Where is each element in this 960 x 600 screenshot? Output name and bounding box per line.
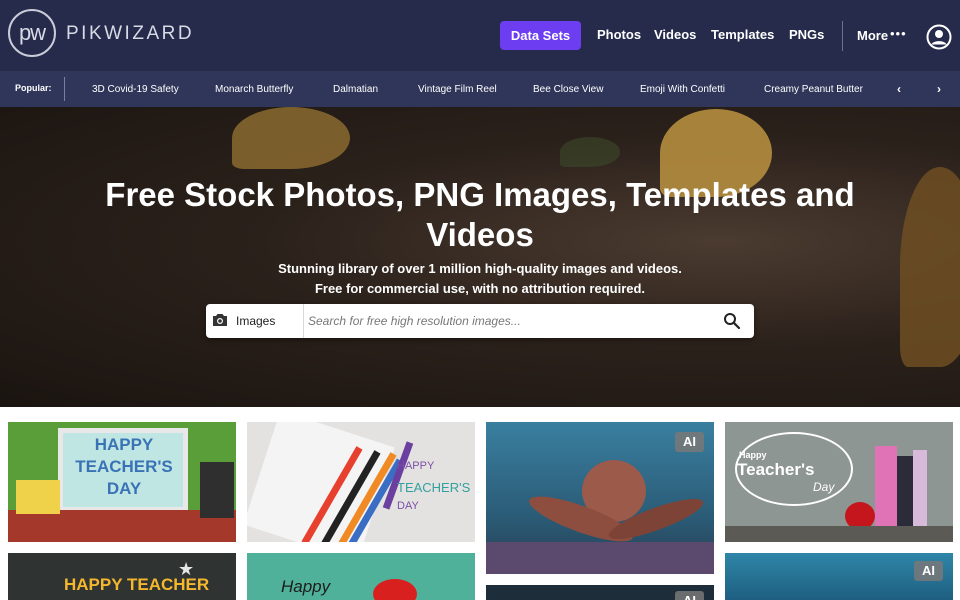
popular-item[interactable]: Emoji With Confetti (640, 84, 725, 95)
tile-apple (373, 579, 417, 600)
tile-caption-line1: HAPPY (397, 460, 435, 472)
ai-badge: AI (914, 561, 943, 581)
tile-plant (200, 462, 234, 518)
hero-subtitle-line1: Stunning library of over 1 million high-… (278, 261, 682, 276)
search-input[interactable] (306, 304, 716, 338)
image-tile[interactable]: HAPPY TEACHER'S DAY (247, 422, 475, 542)
user-account-icon[interactable] (926, 24, 952, 50)
tile-caption-line1: Happy (739, 450, 767, 460)
image-tile[interactable]: HAPPY TEACHER'S DAY (8, 422, 236, 542)
nav-divider (842, 21, 843, 51)
tile-book (875, 446, 897, 532)
nav-templates[interactable]: Templates (711, 27, 774, 42)
image-tile[interactable]: AI (486, 585, 714, 600)
logo-mark[interactable]: pw (8, 9, 56, 57)
tile-book (897, 456, 913, 532)
tile-coral (486, 542, 714, 574)
popular-item[interactable]: 3D Covid-19 Safety (92, 84, 179, 95)
tile-caption-line2: Teacher's (737, 460, 815, 479)
data-sets-button[interactable]: Data Sets (500, 21, 581, 50)
tile-caption: HAPPY TEACHER'S DAY (75, 435, 173, 498)
hero-leaf-decoration (900, 167, 960, 367)
nav-pngs[interactable]: PNGs (789, 27, 824, 42)
popular-label: Popular: (15, 83, 52, 93)
tile-caption-line3: DAY (397, 500, 419, 512)
tile-table (725, 526, 953, 542)
nav-videos[interactable]: Videos (654, 27, 696, 42)
ai-badge: AI (675, 432, 704, 452)
nav-photos[interactable]: Photos (597, 27, 641, 42)
hero-leaf-decoration (232, 107, 350, 169)
search-type-dropdown[interactable]: Images (206, 304, 304, 338)
logo-wordmark[interactable]: PIKWIZARD (66, 23, 194, 45)
search-icon[interactable] (723, 312, 741, 330)
hero-banner (0, 107, 960, 407)
image-tile[interactable]: AI (486, 422, 714, 574)
popular-item[interactable]: Vintage Film Reel (418, 84, 497, 95)
image-tile[interactable]: Happy (247, 553, 475, 600)
chevron-right-icon[interactable]: › (931, 80, 947, 98)
tile-books (16, 480, 60, 514)
camera-icon (213, 314, 227, 326)
search-type-label: Images (236, 314, 276, 328)
hero-title: Free Stock Photos, PNG Images, Templates… (105, 176, 855, 253)
popular-item[interactable]: Creamy Peanut Butter (764, 84, 863, 95)
hero-leaf-decoration (560, 137, 620, 167)
image-tile[interactable]: AI (725, 553, 953, 600)
tile-caption-line3: Day (813, 480, 835, 494)
tile-caption: Happy (281, 577, 331, 596)
tile-book (913, 450, 927, 532)
popular-item[interactable]: Monarch Butterfly (215, 84, 293, 95)
chevron-left-icon[interactable]: ‹ (891, 80, 907, 98)
popular-item[interactable]: Dalmatian (333, 84, 378, 95)
tile-caption-line2: TEACHER'S (397, 480, 471, 495)
ai-badge: AI (675, 591, 704, 600)
tile-star: ★ (178, 559, 195, 579)
popular-divider (64, 77, 65, 101)
popular-item[interactable]: Bee Close View (533, 84, 603, 95)
search-bar: Images (206, 304, 754, 338)
more-menu-button[interactable]: More (857, 28, 888, 43)
more-dots-icon[interactable]: ••• (890, 26, 907, 41)
image-tile[interactable]: Happy Teacher's Day (725, 422, 953, 542)
image-tile[interactable]: HAPPY TEACHER ★ (8, 553, 236, 600)
hero-subtitle: Stunning library of over 1 million high-… (180, 259, 780, 299)
hero-subtitle-line2: Free for commercial use, with no attribu… (314, 281, 646, 296)
